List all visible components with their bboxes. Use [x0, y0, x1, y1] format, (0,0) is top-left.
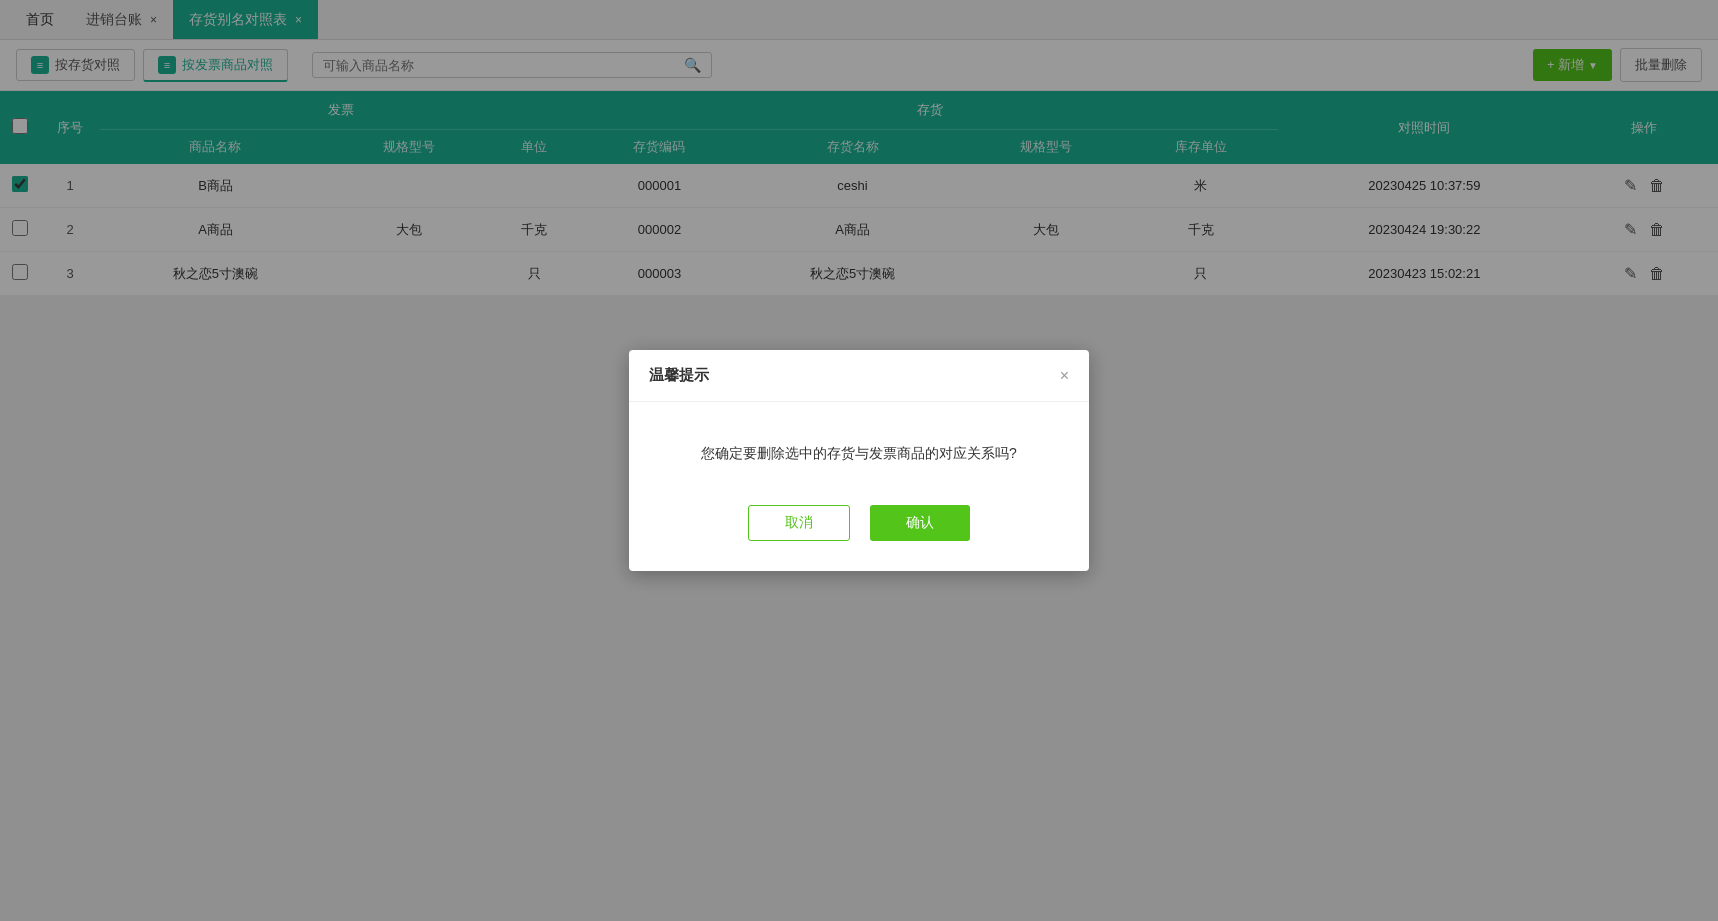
modal-overlay: 温馨提示 × 您确定要删除选中的存货与发票商品的对应关系吗? 取消 确认 — [0, 0, 1718, 296]
